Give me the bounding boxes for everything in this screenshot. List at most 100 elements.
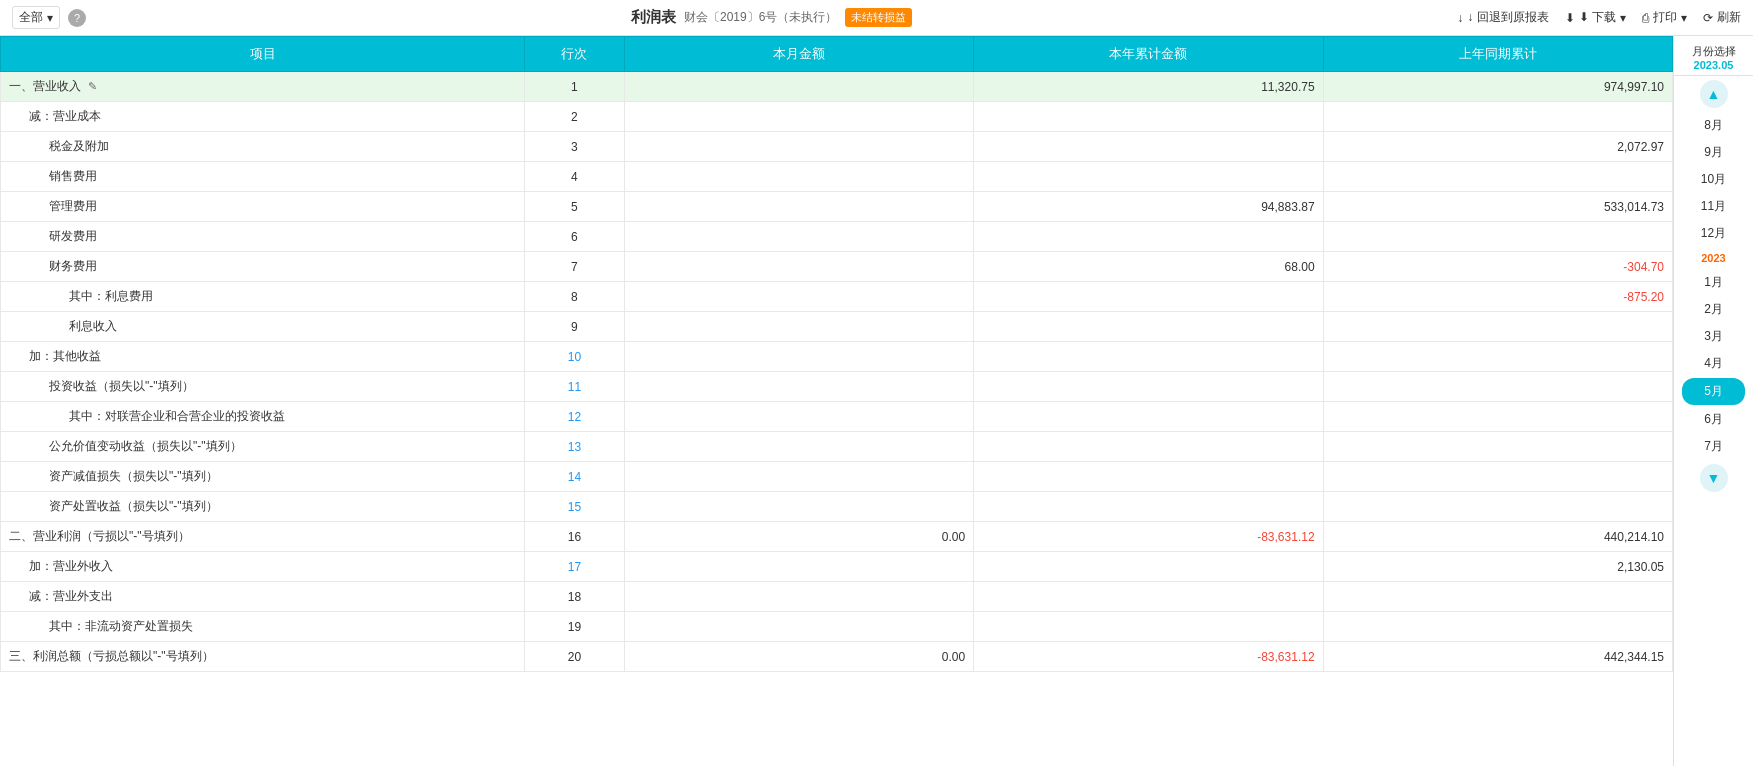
cell-lastyear: 533,014.73 (1323, 192, 1672, 222)
month-item[interactable]: 12月 (1674, 220, 1753, 247)
cell-item: 研发费用 (1, 222, 525, 252)
table-row: 减：营业外支出18 (1, 582, 1673, 612)
cell-month (624, 402, 973, 432)
table-row: 公允价值变动收益（损失以"-"填列）13 (1, 432, 1673, 462)
cell-year (974, 132, 1323, 162)
cell-month (624, 222, 973, 252)
cell-lastyear (1323, 462, 1672, 492)
table-row: 其中：对联营企业和合营企业的投资收益12 (1, 402, 1673, 432)
cell-item: 公允价值变动收益（损失以"-"填列） (1, 432, 525, 462)
cell-month (624, 342, 973, 372)
table-area[interactable]: 项目 行次 本月金额 本年累计金额 上年同期累计 一、营业收入 ✎111,320… (0, 36, 1673, 766)
download-icon: ⬇ (1565, 11, 1575, 25)
cell-lastyear: 440,214.10 (1323, 522, 1672, 552)
cell-item: 资产处置收益（损失以"-"填列） (1, 492, 525, 522)
cell-item: 管理费用 (1, 192, 525, 222)
cell-year (974, 462, 1323, 492)
print-button[interactable]: ⎙ 打印 ▾ (1642, 9, 1687, 26)
month-nav-up[interactable]: ▲ (1700, 80, 1728, 108)
cell-row-num: 3 (525, 132, 625, 162)
cell-month (624, 492, 973, 522)
cell-year: -83,631.12 (974, 522, 1323, 552)
cell-item: 利息收入 (1, 312, 525, 342)
cell-row-num: 4 (525, 162, 625, 192)
cell-year (974, 492, 1323, 522)
cell-year (974, 162, 1323, 192)
month-item[interactable]: 6月 (1674, 406, 1753, 433)
year-label: 2023 (1674, 247, 1753, 269)
download-chevron: ▾ (1620, 11, 1626, 25)
cell-lastyear: 974,997.10 (1323, 72, 1672, 102)
cell-year (974, 372, 1323, 402)
month-item[interactable]: 2月 (1674, 296, 1753, 323)
cell-year (974, 342, 1323, 372)
month-item[interactable]: 7月 (1674, 433, 1753, 460)
cell-month (624, 72, 973, 102)
month-item[interactable]: 8月 (1674, 112, 1753, 139)
cell-lastyear (1323, 342, 1672, 372)
current-month-display: 2023.05 (1674, 59, 1753, 71)
top-bar: 全部 ▾ ? 利润表 财会〔2019〕6号（未执行） 未结转损益 ↓ ↓ 回退到… (0, 0, 1753, 36)
cell-lastyear (1323, 432, 1672, 462)
cell-month (624, 432, 973, 462)
scope-label: 全部 (19, 9, 43, 26)
cell-year: -83,631.12 (974, 642, 1323, 672)
edit-icon[interactable]: ✎ (85, 80, 97, 92)
cell-row-num: 12 (525, 402, 625, 432)
report-table: 项目 行次 本月金额 本年累计金额 上年同期累计 一、营业收入 ✎111,320… (0, 36, 1673, 672)
cell-month (624, 192, 973, 222)
cell-month (624, 552, 973, 582)
month-item[interactable]: 10月 (1674, 166, 1753, 193)
cell-lastyear (1323, 372, 1672, 402)
top-bar-right: ↓ ↓ 回退到原报表 ⬇ ⬇ 下载 ▾ ⎙ 打印 ▾ ⟳ 刷新 (1457, 9, 1741, 26)
cell-row-num: 18 (525, 582, 625, 612)
cell-lastyear (1323, 492, 1672, 522)
month-item[interactable]: 11月 (1674, 193, 1753, 220)
month-item[interactable]: 3月 (1674, 323, 1753, 350)
cell-lastyear (1323, 612, 1672, 642)
cell-row-num: 10 (525, 342, 625, 372)
cell-year (974, 612, 1323, 642)
table-row: 财务费用768.00-304.70 (1, 252, 1673, 282)
scope-dropdown[interactable]: 全部 ▾ (12, 6, 60, 29)
month-item[interactable]: 5月 (1682, 378, 1745, 405)
month-item[interactable]: 9月 (1674, 139, 1753, 166)
back-button[interactable]: ↓ ↓ 回退到原报表 (1457, 9, 1548, 26)
cell-lastyear: 442,344.15 (1323, 642, 1672, 672)
cell-row-num: 16 (525, 522, 625, 552)
table-row: 销售费用4 (1, 162, 1673, 192)
cell-item: 减：营业成本 (1, 102, 525, 132)
table-row: 研发费用6 (1, 222, 1673, 252)
table-row: 税金及附加32,072.97 (1, 132, 1673, 162)
main-content: 项目 行次 本月金额 本年累计金额 上年同期累计 一、营业收入 ✎111,320… (0, 36, 1753, 766)
cell-month (624, 162, 973, 192)
table-row: 资产处置收益（损失以"-"填列）15 (1, 492, 1673, 522)
cell-row-num: 20 (525, 642, 625, 672)
month-item[interactable]: 4月 (1674, 350, 1753, 377)
table-row: 管理费用594,883.87533,014.73 (1, 192, 1673, 222)
cell-item: 加：其他收益 (1, 342, 525, 372)
table-row: 资产减值损失（损失以"-"填列）14 (1, 462, 1673, 492)
cell-lastyear (1323, 582, 1672, 612)
cell-item: 二、营业利润（亏损以"-"号填列） (1, 522, 525, 552)
help-icon[interactable]: ? (68, 9, 86, 27)
month-nav-down[interactable]: ▼ (1700, 464, 1728, 492)
cell-item: 三、利润总额（亏损总额以"-"号填列） (1, 642, 525, 672)
header-row: 行次 (525, 37, 625, 72)
cell-year (974, 432, 1323, 462)
cell-month (624, 312, 973, 342)
cell-month (624, 462, 973, 492)
refresh-button[interactable]: ⟳ 刷新 (1703, 9, 1741, 26)
table-row: 减：营业成本2 (1, 102, 1673, 132)
cell-year (974, 552, 1323, 582)
month-item[interactable]: 1月 (1674, 269, 1753, 296)
report-subtitle: 财会〔2019〕6号（未执行） (684, 9, 837, 26)
table-row: 三、利润总额（亏损总额以"-"号填列）200.00-83,631.12442,3… (1, 642, 1673, 672)
refresh-icon: ⟳ (1703, 11, 1713, 25)
print-chevron: ▾ (1681, 11, 1687, 25)
cell-lastyear (1323, 312, 1672, 342)
cell-row-num: 5 (525, 192, 625, 222)
back-icon: ↓ (1457, 11, 1463, 25)
download-button[interactable]: ⬇ ⬇ 下载 ▾ (1565, 9, 1626, 26)
cell-lastyear (1323, 102, 1672, 132)
